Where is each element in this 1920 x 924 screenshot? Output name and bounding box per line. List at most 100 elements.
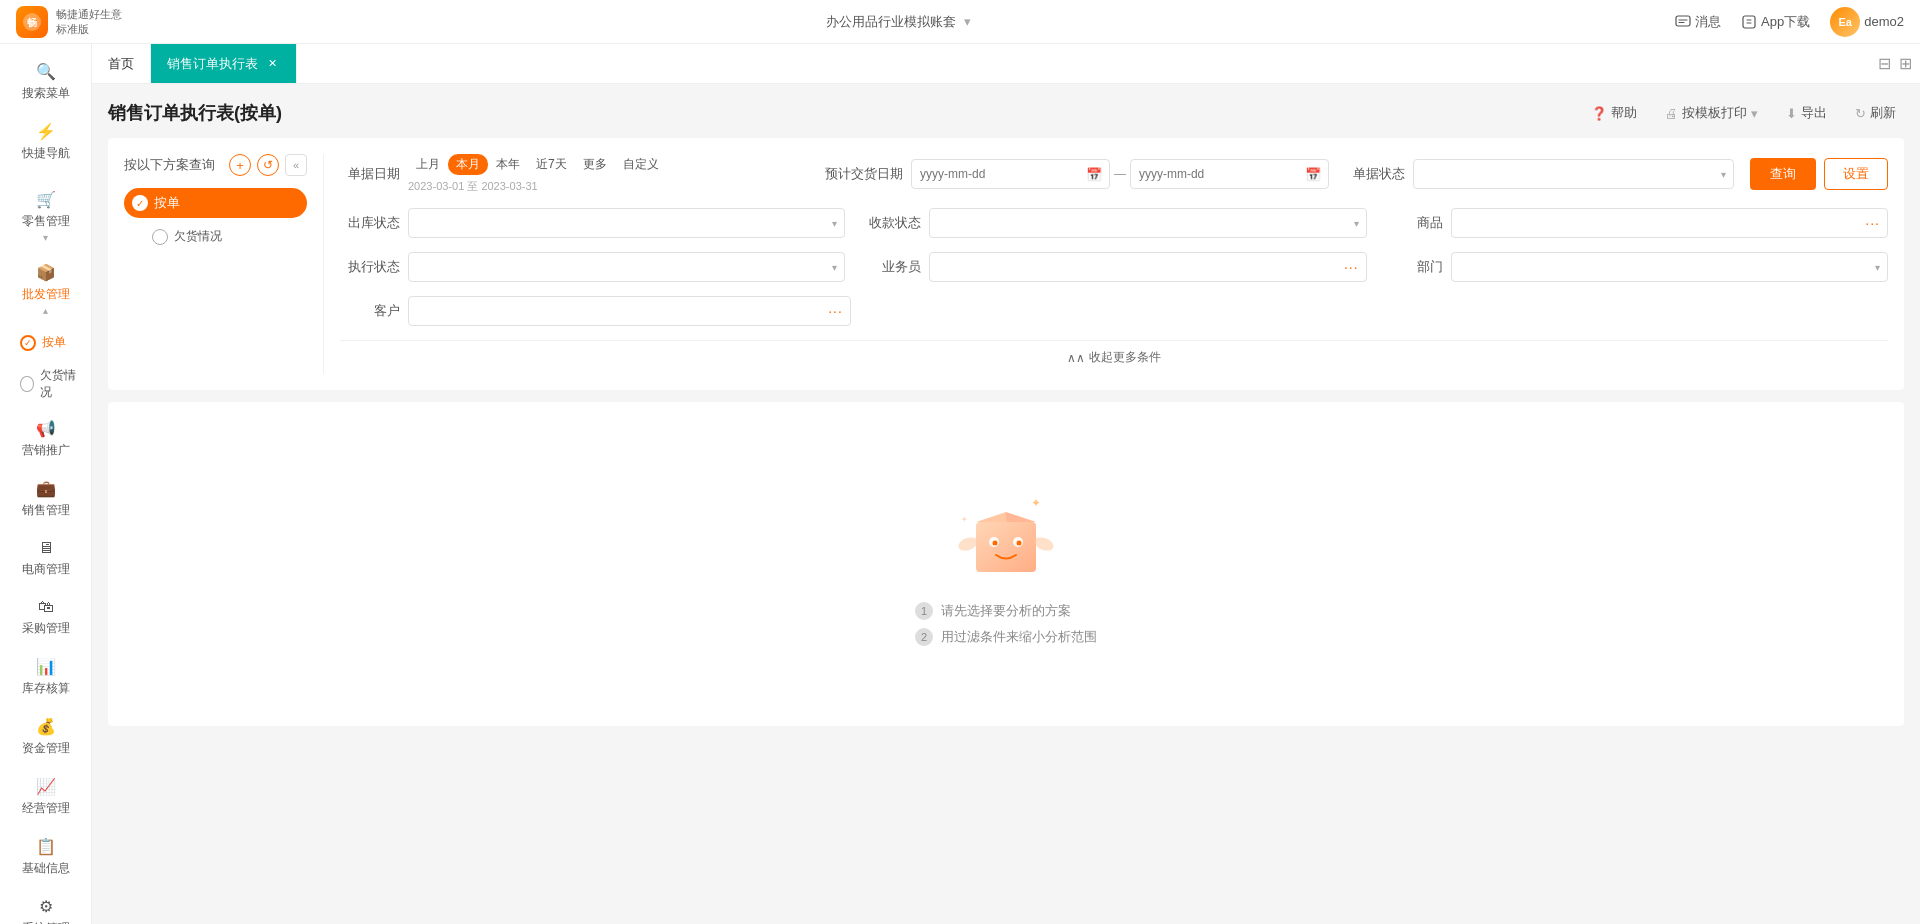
sidebar-item-inventory[interactable]: 📊 库存核算 xyxy=(0,647,91,707)
svg-rect-4 xyxy=(976,522,1036,572)
salesperson-input[interactable] xyxy=(929,252,1366,282)
delivery-date-from-input[interactable] xyxy=(911,159,1110,189)
delivery-date-from-group: 📅 xyxy=(911,159,1110,189)
filter-field-product: 商品 ··· xyxy=(1383,208,1888,238)
date-tab-last7[interactable]: 近7天 xyxy=(528,154,575,175)
customer-input[interactable] xyxy=(408,296,851,326)
system-icon: ⚙ xyxy=(39,897,53,916)
empty-tip-1: 1 请先选择要分析的方案 xyxy=(915,602,1097,620)
submenu-dot-order: ✓ xyxy=(20,335,36,351)
date-tab-custom[interactable]: 自定义 xyxy=(615,154,667,175)
scheme-label: 按单 xyxy=(154,194,180,212)
tab-home-label: 首页 xyxy=(108,55,134,73)
filter-row-2: 出库状态 ▾ 收款状态 xyxy=(340,208,1888,238)
exec-status-select[interactable] xyxy=(408,252,845,282)
app-download-btn[interactable]: App下载 xyxy=(1741,13,1810,31)
delivery-date-to-input[interactable] xyxy=(1130,159,1329,189)
collapse-more-btn[interactable]: ∧∧ 收起更多条件 xyxy=(340,340,1888,374)
tip-num-1: 1 xyxy=(915,602,933,620)
message-btn[interactable]: 消息 xyxy=(1675,13,1721,31)
sidebar-item-finance[interactable]: 💰 资金管理 xyxy=(0,707,91,767)
date-tab-more[interactable]: 更多 xyxy=(575,154,615,175)
shipment-select[interactable] xyxy=(408,208,845,238)
date-tab-this-year[interactable]: 本年 xyxy=(488,154,528,175)
filter-field-shipment: 出库状态 ▾ xyxy=(340,208,845,238)
sidebar-item-sales[interactable]: 💼 销售管理 xyxy=(0,469,91,529)
header-left: 畅 畅捷通好生意 标准版 xyxy=(16,6,122,38)
scheme-item-order[interactable]: ✓ 按单 xyxy=(124,188,307,218)
finance-icon: 💰 xyxy=(36,717,56,736)
filter-field-exec-status: 执行状态 ▾ xyxy=(340,252,845,282)
page-title: 销售订单执行表(按单) xyxy=(108,101,282,125)
tab-sales-order[interactable]: 销售订单执行表 ✕ xyxy=(151,44,297,83)
date-field-label: 单据日期 xyxy=(340,165,400,183)
tip-num-2: 2 xyxy=(915,628,933,646)
filter-field-date: 单据日期 上月 本月 本年 近7天 更多 自定义 xyxy=(340,154,807,194)
sub-scheme-item-debt[interactable]: 欠货情况 xyxy=(124,222,307,251)
search-btn[interactable]: 查询 xyxy=(1750,158,1816,190)
refresh-scheme-btn[interactable]: ↺ xyxy=(257,154,279,176)
filter-right: 单据日期 上月 本月 本年 近7天 更多 自定义 xyxy=(340,154,1888,374)
tab-home[interactable]: 首页 xyxy=(92,44,151,83)
sidebar-item-label: 快捷导航 xyxy=(22,145,70,162)
purchase-icon: 🛍 xyxy=(38,598,54,616)
tab-maximize-icon[interactable]: ⊞ xyxy=(1899,54,1912,73)
print-icon: 🖨 xyxy=(1665,106,1678,121)
basic-info-icon: 📋 xyxy=(36,837,56,856)
add-scheme-btn[interactable]: + xyxy=(229,154,251,176)
settings-btn[interactable]: 设置 xyxy=(1824,158,1888,190)
export-btn[interactable]: ⬇ 导出 xyxy=(1778,100,1835,126)
ecommerce-icon: 🖥 xyxy=(38,539,54,557)
help-btn[interactable]: ❓ 帮助 xyxy=(1583,100,1645,126)
svg-text:✦: ✦ xyxy=(1031,496,1041,510)
delivery-date-to-group: 📅 xyxy=(1130,159,1329,189)
tab-close-icon[interactable]: ✕ xyxy=(264,56,280,72)
collapse-scheme-btn[interactable]: « xyxy=(285,154,307,176)
sidebar-item-label: 批发管理 xyxy=(22,286,70,303)
department-select[interactable] xyxy=(1451,252,1888,282)
product-label: 商品 xyxy=(1383,214,1443,232)
filter-row-3: 执行状态 ▾ 业务员 xyxy=(340,252,1888,282)
header-center[interactable]: 办公用品行业模拟账套 ▾ xyxy=(826,13,971,31)
main-content: 首页 销售订单执行表 ✕ ⊟ ⊞ 销售订单执行表(按单) ❓ 帮助 xyxy=(92,44,1920,924)
print-btn[interactable]: 🖨 按模板打印 ▾ xyxy=(1657,100,1766,126)
page-area: 销售订单执行表(按单) ❓ 帮助 🖨 按模板打印 ▾ ⬇ 导出 xyxy=(92,84,1920,924)
search-menu-icon: 🔍 xyxy=(36,62,56,81)
tab-minimize-icon[interactable]: ⊟ xyxy=(1878,54,1891,73)
sidebar-item-operations[interactable]: 📈 经营管理 xyxy=(0,767,91,827)
sidebar-item-label: 库存核算 xyxy=(22,680,70,697)
submenu-item-debt[interactable]: 欠货情况 xyxy=(0,359,91,409)
sidebar-item-label: 零售管理 xyxy=(22,213,70,230)
sidebar-item-marketing[interactable]: 📢 营销推广 xyxy=(0,409,91,469)
date-tab-last-month[interactable]: 上月 xyxy=(408,154,448,175)
page-header-actions: ❓ 帮助 🖨 按模板打印 ▾ ⬇ 导出 ↻ 刷新 xyxy=(1583,100,1904,126)
date-range-hint: 2023-03-01 至 2023-03-31 xyxy=(408,179,807,194)
sidebar-item-retail[interactable]: 🛒 零售管理 ▾ xyxy=(0,180,91,253)
salesperson-label: 业务员 xyxy=(861,258,921,276)
filter-scheme-header: 按以下方案查询 + ↺ « xyxy=(124,154,307,176)
filter-field-customer: 客户 ··· xyxy=(340,296,851,326)
refresh-btn[interactable]: ↻ 刷新 xyxy=(1847,100,1904,126)
sidebar-item-search-menu[interactable]: 🔍 搜索菜单 xyxy=(0,52,91,112)
empty-tips: 1 请先选择要分析的方案 2 用过滤条件来缩小分析范围 xyxy=(915,602,1097,646)
industry-dropdown-icon[interactable]: ▾ xyxy=(964,14,971,29)
shipment-label: 出库状态 xyxy=(340,214,400,232)
tab-bar-actions: ⊟ ⊞ xyxy=(1878,54,1920,73)
sidebar-item-wholesale[interactable]: 📦 批发管理 ▴ xyxy=(0,253,91,326)
sidebar-item-purchase[interactable]: 🛍 采购管理 xyxy=(0,588,91,647)
user-profile[interactable]: Ea demo2 xyxy=(1830,7,1904,37)
sidebar-item-basic-info[interactable]: 📋 基础信息 xyxy=(0,827,91,887)
sidebar-item-label: 资金管理 xyxy=(22,740,70,757)
payment-select[interactable] xyxy=(929,208,1366,238)
sidebar-item-system[interactable]: ⚙ 系统管理 xyxy=(0,887,91,924)
sidebar-item-ecommerce[interactable]: 🖥 电商管理 xyxy=(0,529,91,588)
submenu-dot-debt xyxy=(20,376,34,392)
order-status-wrap: ▾ xyxy=(1413,159,1734,189)
date-tab-this-month[interactable]: 本月 xyxy=(448,154,488,175)
order-status-select[interactable] xyxy=(1413,159,1734,189)
sidebar-item-label: 搜索菜单 xyxy=(22,85,70,102)
sidebar-item-quick-nav[interactable]: ⚡ 快捷导航 xyxy=(0,112,91,172)
product-input[interactable] xyxy=(1451,208,1888,238)
submenu-item-order[interactable]: ✓ 按单 xyxy=(0,326,91,359)
logo-text: 畅捷通好生意 标准版 xyxy=(56,7,122,36)
